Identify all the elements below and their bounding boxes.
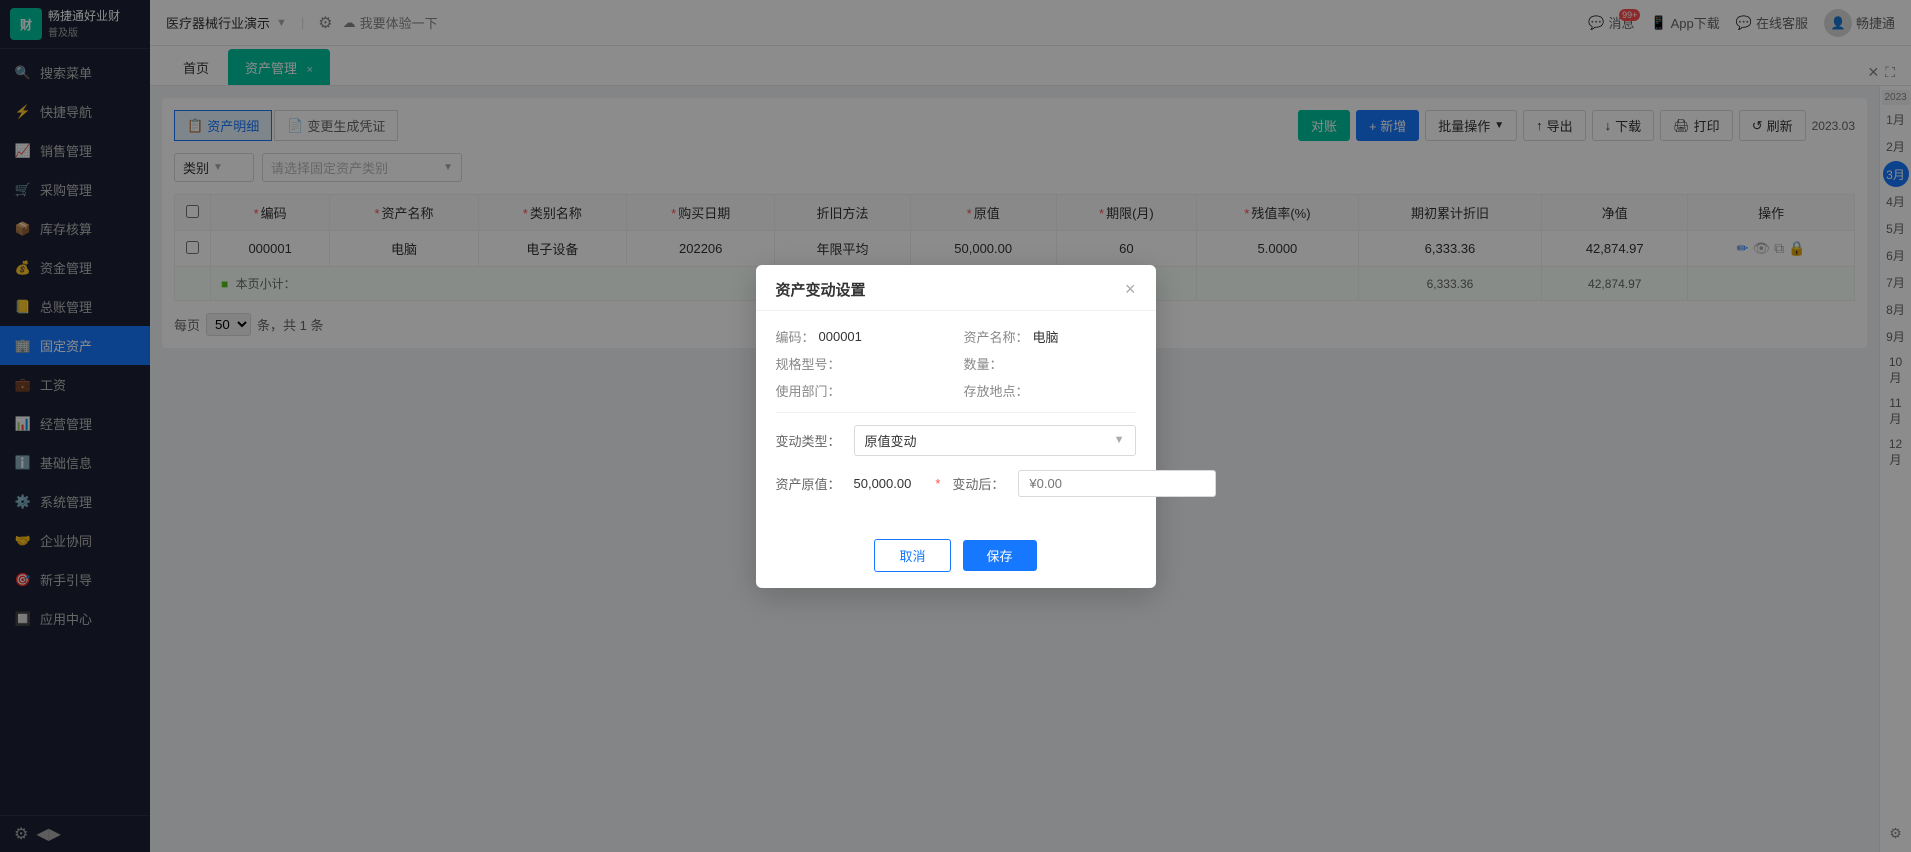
dialog-spec-item: 规格型号： (776, 354, 948, 373)
change-type-label: 变动类型： (776, 431, 846, 450)
save-label: 保存 (987, 549, 1013, 564)
dialog-location-item: 存放地点： (964, 381, 1136, 400)
after-change-label: 变动后： (952, 474, 1004, 493)
save-button[interactable]: 保存 (963, 540, 1037, 571)
cancel-button[interactable]: 取消 (874, 539, 950, 572)
dialog-footer: 取消 保存 (756, 527, 1156, 588)
dialog-code-value: 000001 (819, 329, 862, 344)
after-change-required: * (935, 476, 940, 491)
original-value-display: 50,000.00 (854, 476, 912, 491)
change-type-dropdown-icon: ▼ (1114, 434, 1125, 446)
change-type-row: 变动类型： 原值变动 ▼ (776, 425, 1136, 456)
dialog-location-label: 存放地点： (964, 381, 1029, 400)
dialog-overlay: 资产变动设置 × 编码： 000001 资产名称： 电脑 规格型号： 数量： (0, 0, 1911, 852)
dialog-department-item: 使用部门： (776, 381, 948, 400)
change-type-value: 原值变动 (865, 431, 917, 450)
dialog-quantity-item: 数量： (964, 354, 1136, 373)
original-value-label: 资产原值： (776, 474, 846, 493)
dialog-code-item: 编码： 000001 (776, 327, 948, 346)
change-type-select[interactable]: 原值变动 ▼ (854, 425, 1136, 456)
dialog-asset-name-value: 电脑 (1033, 327, 1059, 346)
dialog-asset-name-label: 资产名称： (964, 327, 1029, 346)
asset-change-dialog: 资产变动设置 × 编码： 000001 资产名称： 电脑 规格型号： 数量： (756, 265, 1156, 588)
cancel-label: 取消 (899, 549, 925, 564)
dialog-quantity-label: 数量： (964, 354, 1003, 373)
dialog-info-grid: 编码： 000001 资产名称： 电脑 规格型号： 数量： 使用部门： (776, 327, 1136, 400)
dialog-divider (776, 412, 1136, 413)
dialog-header: 资产变动设置 × (756, 265, 1156, 311)
dialog-close-icon[interactable]: × (1125, 279, 1136, 300)
dialog-title: 资产变动设置 (776, 279, 866, 300)
original-value-row: 资产原值： 50,000.00 * 变动后： (776, 470, 1136, 497)
dialog-code-label: 编码： (776, 327, 815, 346)
after-change-input[interactable] (1018, 470, 1216, 497)
dialog-department-label: 使用部门： (776, 381, 841, 400)
dialog-spec-label: 规格型号： (776, 354, 841, 373)
dialog-body: 编码： 000001 资产名称： 电脑 规格型号： 数量： 使用部门： (756, 311, 1156, 527)
dialog-asset-name-item: 资产名称： 电脑 (964, 327, 1136, 346)
